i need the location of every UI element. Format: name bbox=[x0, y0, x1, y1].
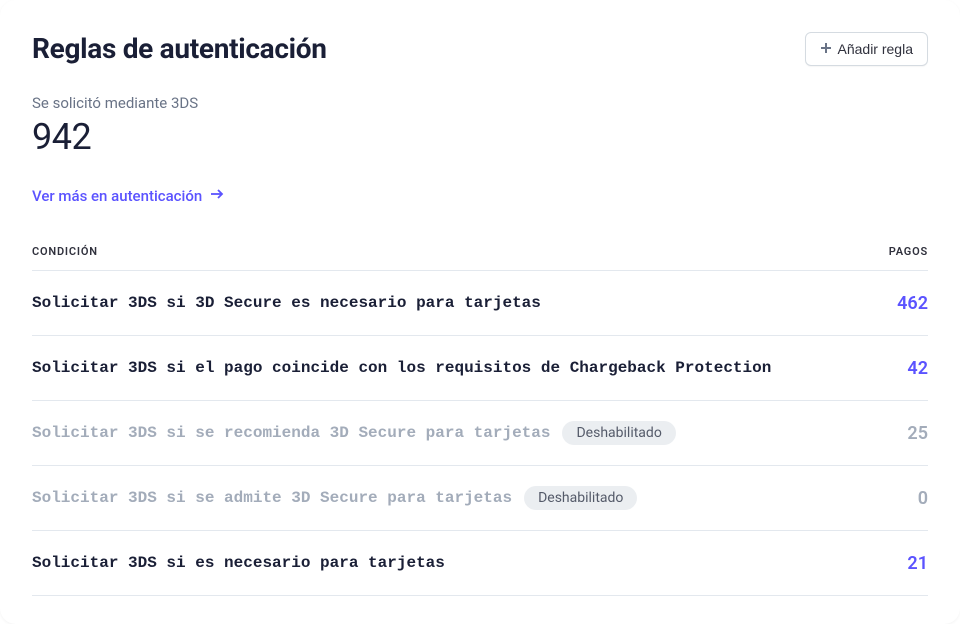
table-header: CONDICIÓN PAGOS bbox=[32, 245, 928, 271]
page-title: Reglas de autenticación bbox=[32, 32, 327, 65]
table-row[interactable]: Solicitar 3DS si se admite 3D Secure par… bbox=[32, 466, 928, 531]
view-more-text: Ver más en autenticación bbox=[32, 187, 202, 205]
condition-cell: Solicitar 3DS si se admite 3D Secure par… bbox=[32, 486, 848, 510]
plus-icon bbox=[820, 41, 832, 57]
payments-value: 0 bbox=[848, 488, 928, 509]
condition-text: Solicitar 3DS si 3D Secure es necesario … bbox=[32, 291, 541, 315]
stat-label: Se solicitó mediante 3DS bbox=[32, 94, 928, 112]
condition-text: Solicitar 3DS si se admite 3D Secure par… bbox=[32, 486, 512, 510]
auth-rules-card: Reglas de autenticación Añadir regla Se … bbox=[0, 0, 960, 624]
status-badge: Deshabilitado bbox=[562, 421, 675, 445]
table-body: Solicitar 3DS si 3D Secure es necesario … bbox=[32, 271, 928, 596]
stat-value: 942 bbox=[32, 116, 928, 158]
condition-cell: Solicitar 3DS si el pago coincide con lo… bbox=[32, 356, 848, 380]
condition-cell: Solicitar 3DS si es necesario para tarje… bbox=[32, 551, 848, 575]
payments-value: 25 bbox=[848, 423, 928, 444]
condition-cell: Solicitar 3DS si se recomienda 3D Secure… bbox=[32, 421, 848, 445]
view-more-link[interactable]: Ver más en autenticación bbox=[32, 187, 224, 205]
condition-text: Solicitar 3DS si el pago coincide con lo… bbox=[32, 356, 771, 380]
payments-value: 42 bbox=[848, 358, 928, 379]
condition-cell: Solicitar 3DS si 3D Secure es necesario … bbox=[32, 291, 848, 315]
payments-value: 462 bbox=[848, 293, 928, 314]
arrow-right-icon bbox=[210, 187, 224, 205]
condition-text: Solicitar 3DS si es necesario para tarje… bbox=[32, 551, 445, 575]
condition-text: Solicitar 3DS si se recomienda 3D Secure… bbox=[32, 421, 550, 445]
table-row[interactable]: Solicitar 3DS si se recomienda 3D Secure… bbox=[32, 401, 928, 466]
card-header: Reglas de autenticación Añadir regla bbox=[32, 32, 928, 66]
table-row[interactable]: Solicitar 3DS si es necesario para tarje… bbox=[32, 531, 928, 596]
status-badge: Deshabilitado bbox=[524, 486, 637, 510]
table-row[interactable]: Solicitar 3DS si 3D Secure es necesario … bbox=[32, 271, 928, 336]
add-rule-button[interactable]: Añadir regla bbox=[805, 32, 929, 66]
th-payments: PAGOS bbox=[848, 245, 928, 258]
table-row[interactable]: Solicitar 3DS si el pago coincide con lo… bbox=[32, 336, 928, 401]
th-condition: CONDICIÓN bbox=[32, 245, 98, 258]
payments-value: 21 bbox=[848, 553, 928, 574]
add-rule-label: Añadir regla bbox=[838, 41, 914, 57]
